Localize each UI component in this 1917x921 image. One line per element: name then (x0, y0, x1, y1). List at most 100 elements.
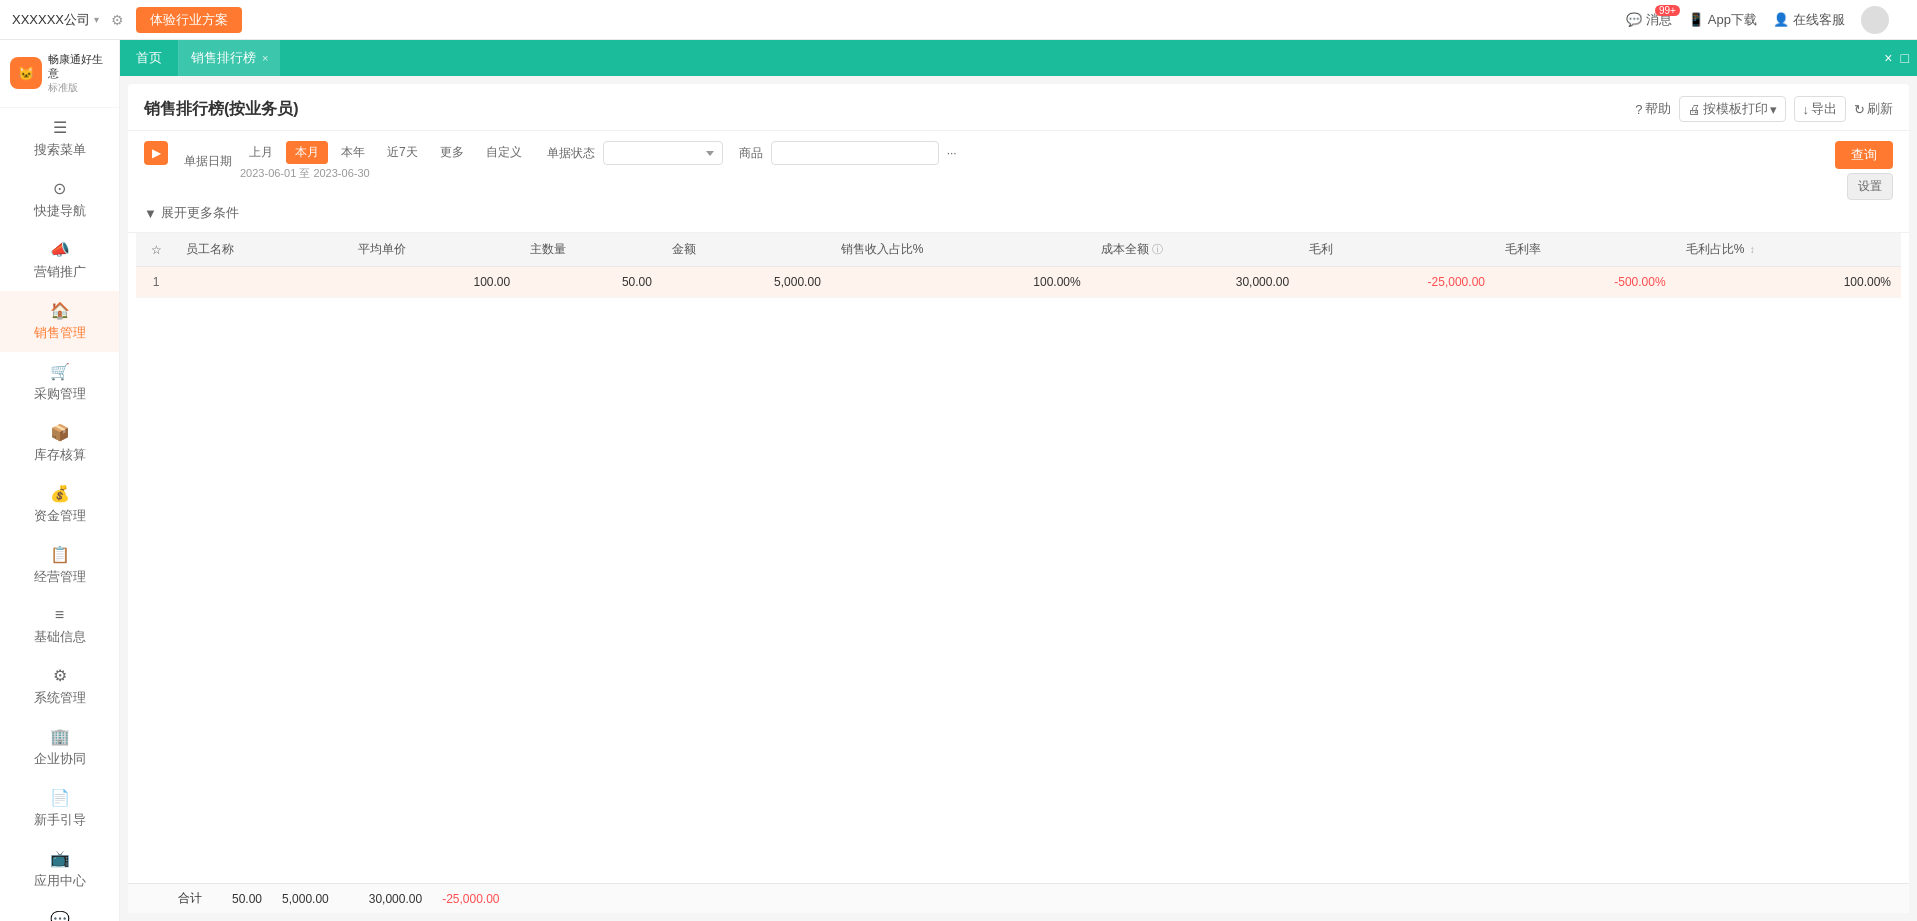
footer-amount: 5,000.00 (272, 892, 339, 906)
main-layout: 🐱 畅康通好生意 标准版 ☰ 搜索菜单 ⊙ 快捷导航 📣 营销推广 🏠 销售管理… (0, 40, 1917, 921)
purchase-icon: 🛒 (50, 362, 70, 381)
refresh-label: 刷新 (1867, 100, 1893, 118)
footer-total-label: 合计 (178, 890, 202, 907)
status-select[interactable] (603, 141, 723, 165)
page-header-actions: ? 帮助 🖨 按模板打印 ▾ ↓ 导出 ↻ (1635, 96, 1893, 122)
sidebar-item-system[interactable]: ⚙ 系统管理 (0, 656, 119, 717)
online-service-button[interactable]: 👤 在线客服 (1773, 11, 1845, 29)
sidebar-label-system: 系统管理 (34, 689, 86, 707)
tab-bar-right: × □ (1884, 50, 1917, 66)
date-buttons: 上月 本月 本年 近7天 更多 自定义 (240, 141, 531, 164)
print-chevron-icon: ▾ (1770, 102, 1777, 117)
system-icon: ⚙ (53, 666, 67, 685)
col-gross: 毛利 (1299, 233, 1495, 267)
top-bar: XXXXXX公司 ▾ ⚙ 体验行业方案 💬 消息 99+ 📱 App下载 👤 在… (0, 0, 1917, 40)
page-title: 销售排行榜(按业务员) (144, 99, 299, 120)
goods-more-btn[interactable]: ··· (947, 146, 957, 160)
sidebar-item-inventory[interactable]: 📦 库存核算 (0, 413, 119, 474)
tab-close-icon[interactable]: × (262, 52, 268, 64)
cell-main-qty: 50.00 (520, 267, 662, 298)
search-menu-icon: ☰ (53, 118, 67, 137)
trial-button[interactable]: 体验行业方案 (136, 7, 242, 33)
filter-settings-button[interactable]: 设置 (1847, 173, 1893, 200)
sidebar-item-basic[interactable]: ≡ 基础信息 (0, 596, 119, 656)
settings-icon[interactable]: ⚙ (107, 8, 128, 32)
sidebar-label-finance: 资金管理 (34, 507, 86, 525)
sidebar-item-enterprise[interactable]: 🏢 企业协同 (0, 717, 119, 778)
date-buttons-group: 上月 本月 本年 近7天 更多 自定义 2023-06-01 至 2023-06… (240, 141, 531, 181)
tab-sales-rank[interactable]: 销售排行榜 × (179, 40, 280, 76)
window-max-icon[interactable]: □ (1901, 50, 1909, 66)
export-button[interactable]: ↓ 导出 (1794, 96, 1847, 122)
col-gross-pct: 毛利占比% ↕ (1676, 233, 1901, 267)
page-header: 销售排行榜(按业务员) ? 帮助 🖨 按模板打印 ▾ ↓ (128, 84, 1909, 131)
app-label: App下载 (1708, 11, 1757, 29)
service-icon: 👤 (1773, 12, 1789, 27)
guide-icon: 📄 (50, 788, 70, 807)
operation-icon: 📋 (50, 545, 70, 564)
company-name: XXXXXX公司 (12, 11, 90, 29)
date-label: 单据日期 (184, 153, 232, 170)
goods-input[interactable] (771, 141, 939, 165)
table-header-row: ☆ 员工名称 平均单价 主数量 金额 销售收入占比% 成本全额 ⓘ 毛利 毛利率… (136, 233, 1901, 267)
query-button[interactable]: 查询 (1835, 141, 1893, 169)
sidebar-item-marketing[interactable]: 📣 营销推广 (0, 230, 119, 291)
page-inner: 销售排行榜(按业务员) ? 帮助 🖨 按模板打印 ▾ ↓ (128, 84, 1909, 913)
filter-date-group: 单据日期 上月 本月 本年 近7天 更多 自定义 20 (184, 141, 531, 181)
page-content: 销售排行榜(按业务员) ? 帮助 🖨 按模板打印 ▾ ↓ (120, 76, 1917, 921)
app-download-button[interactable]: 📱 App下载 (1688, 11, 1757, 29)
footer-avg-price (202, 892, 222, 906)
message-button[interactable]: 💬 消息 99+ (1626, 11, 1672, 29)
help-button[interactable]: ? 帮助 (1635, 100, 1670, 118)
sidebar-label-search: 搜索菜单 (34, 141, 86, 159)
cell-gross-pct: 100.00% (1676, 267, 1901, 298)
col-main-qty: 主数量 (520, 233, 662, 267)
cell-gross: -25,000.00 (1299, 267, 1495, 298)
apps-icon: 📺 (50, 849, 70, 868)
sidebar-item-finance[interactable]: 💰 资金管理 (0, 474, 119, 535)
sidebar-item-search[interactable]: ☰ 搜索菜单 (0, 108, 119, 169)
date-btn-this-year[interactable]: 本年 (332, 141, 374, 164)
filter-toggle-icon[interactable]: ▶ (144, 141, 168, 165)
cell-name (176, 267, 348, 298)
table-row: 1 100.00 50.00 5,000.00 100.00% 30,000.0… (136, 267, 1901, 298)
date-btn-this-month[interactable]: 本月 (286, 141, 328, 164)
sidebar-item-sales[interactable]: 🏠 销售管理 (0, 291, 119, 352)
date-btn-more[interactable]: 更多 (431, 141, 473, 164)
wechat-icon: 💬 (50, 910, 70, 921)
table-area: ☆ 员工名称 平均单价 主数量 金额 销售收入占比% 成本全额 ⓘ 毛利 毛利率… (128, 233, 1909, 883)
refresh-button[interactable]: ↻ 刷新 (1854, 100, 1893, 118)
date-btn-custom[interactable]: 自定义 (477, 141, 531, 164)
inventory-icon: 📦 (50, 423, 70, 442)
expand-more-label: 展开更多条件 (161, 204, 239, 222)
help-icon: ? (1635, 102, 1642, 117)
sidebar-item-operation[interactable]: 📋 经营管理 (0, 535, 119, 596)
sidebar-item-apps[interactable]: 📺 应用中心 (0, 839, 119, 900)
sidebar-item-shortcut[interactable]: ⊙ 快捷导航 (0, 169, 119, 230)
date-btn-last-month[interactable]: 上月 (240, 141, 282, 164)
tab-sales-rank-label: 销售排行榜 (191, 49, 256, 67)
sidebar-item-wechat[interactable]: 💬 企业微信 (0, 900, 119, 921)
logo-text-block: 畅康通好生意 标准版 (48, 52, 109, 95)
export-icon: ↓ (1803, 102, 1810, 117)
expand-more-button[interactable]: ▼ 展开更多条件 (144, 200, 1893, 222)
marketing-icon: 📣 (50, 240, 70, 259)
print-button[interactable]: 🖨 按模板打印 ▾ (1679, 96, 1786, 122)
finance-icon: 💰 (50, 484, 70, 503)
logo-sub: 标准版 (48, 81, 109, 95)
company-selector[interactable]: XXXXXX公司 ▾ (12, 11, 99, 29)
footer-gross: -25,000.00 (432, 892, 509, 906)
window-close-icon[interactable]: × (1884, 50, 1892, 66)
date-btn-7days[interactable]: 近7天 (378, 141, 427, 164)
sidebar-item-guide[interactable]: 📄 新手引导 (0, 778, 119, 839)
logo-emoji: 🐱 (18, 66, 34, 81)
avatar[interactable] (1861, 6, 1889, 34)
sidebar-item-purchase[interactable]: 🛒 采购管理 (0, 352, 119, 413)
sidebar-label-marketing: 营销推广 (34, 263, 86, 281)
status-label: 单据状态 (547, 145, 595, 162)
cell-amount: 5,000.00 (662, 267, 831, 298)
tab-bar: 首页 销售排行榜 × × □ (120, 40, 1917, 76)
tab-home[interactable]: 首页 (120, 40, 179, 76)
logo-icon: 🐱 (10, 57, 42, 89)
sales-rank-table: ☆ 员工名称 平均单价 主数量 金额 销售收入占比% 成本全额 ⓘ 毛利 毛利率… (136, 233, 1901, 298)
